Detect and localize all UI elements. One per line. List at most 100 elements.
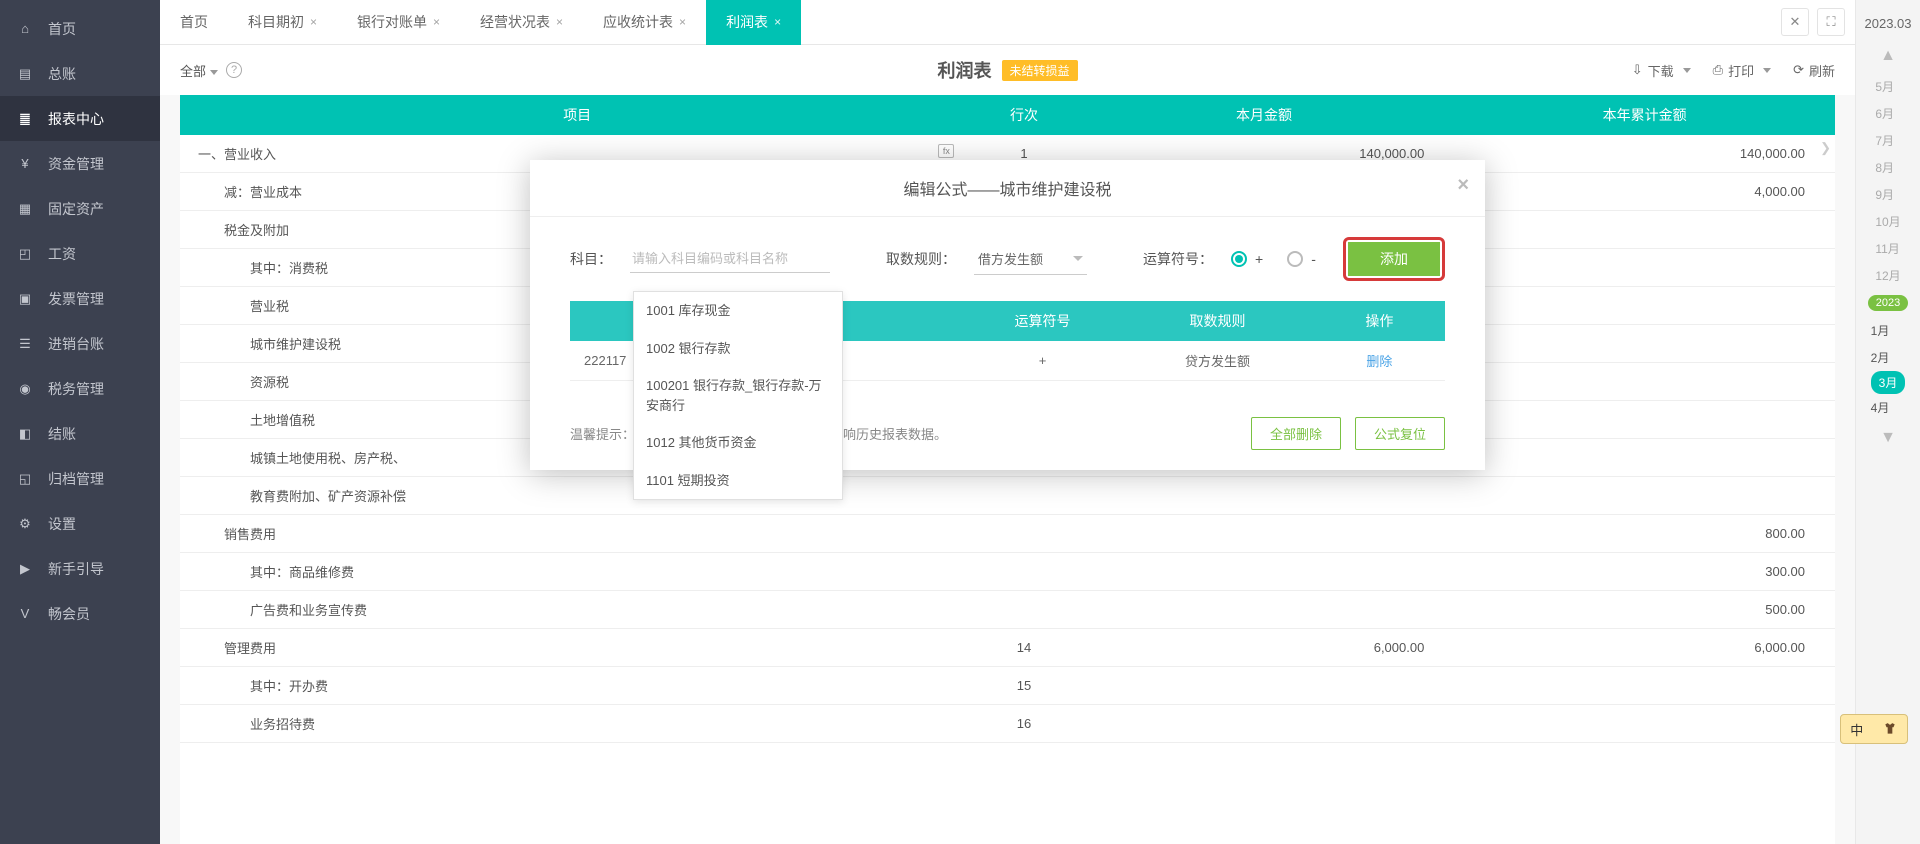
table-row[interactable]: 其中：开办费15 <box>180 667 1835 705</box>
fx-icon[interactable]: fx <box>938 144 954 158</box>
month-item[interactable]: 12月 <box>1875 262 1900 289</box>
fullscreen-button[interactable]: ⛶ <box>1817 8 1845 36</box>
cell-operator: + <box>964 341 1122 381</box>
chart-icon: ䷀ <box>16 110 34 128</box>
edit-formula-modal: 编辑公式——城市维护建设税 × 科目： 取数规则： 借方发生额 运算符号： <box>530 160 1485 470</box>
dropdown-item[interactable]: 1101 短期投资 <box>634 462 842 500</box>
sidebar-item-label: 畅会员 <box>48 604 90 624</box>
home-icon: ⌂ <box>16 20 34 38</box>
subject-input[interactable] <box>630 245 830 273</box>
sidebar-item-label: 新手引导 <box>48 559 104 579</box>
month-item[interactable]: 1月 <box>1871 317 1906 344</box>
sidebar-item-tax[interactable]: ◉税务管理 <box>0 366 160 411</box>
delete-link[interactable]: 删除 <box>1366 354 1392 369</box>
close-icon[interactable]: × <box>433 15 440 29</box>
reset-button[interactable]: 公式复位 <box>1355 417 1445 450</box>
sidebar-item-archive[interactable]: ◱归档管理 <box>0 456 160 501</box>
table-row[interactable]: 其中：商品维修费300.00 <box>180 553 1835 591</box>
sidebar-item-salary[interactable]: ◰工资 <box>0 231 160 276</box>
filter-dropdown[interactable]: 全部 <box>180 61 218 80</box>
radio-icon <box>1231 251 1247 267</box>
tab-home[interactable]: 首页 <box>160 0 228 45</box>
sidebar-item-settings[interactable]: ⚙ 设置 <box>0 501 160 546</box>
month-item[interactable]: 8月 <box>1875 154 1900 181</box>
sidebar-item-closing[interactable]: ◧ 结账 <box>0 411 160 456</box>
tab-label: 利润表 <box>726 12 768 32</box>
year-pill[interactable]: 2023 <box>1868 295 1908 311</box>
sidebar-item-invoice[interactable]: ▣发票管理 <box>0 276 160 321</box>
tab-label: 应收统计表 <box>603 12 673 32</box>
download-button[interactable]: ⇩下载 <box>1632 61 1691 80</box>
month-item[interactable]: 11月 <box>1875 235 1900 262</box>
sidebar-item-ledger[interactable]: ▤总账 <box>0 51 160 96</box>
radio-icon <box>1287 251 1303 267</box>
month-item[interactable]: 3月 <box>1871 371 1906 394</box>
table-row[interactable]: 管理费用146,000.006,000.00 <box>180 629 1835 667</box>
dropdown-item[interactable]: 100201 银行存款_银行存款-万安商行 <box>634 367 842 424</box>
radio-minus[interactable]: - <box>1287 251 1316 267</box>
sidebar-item-label: 归档管理 <box>48 469 104 489</box>
close-icon[interactable]: × <box>679 15 686 29</box>
chevron-down-icon <box>1683 68 1691 73</box>
sidebar-item-guide[interactable]: ▶ 新手引导 <box>0 546 160 591</box>
table-row[interactable]: 业务招待费16 <box>180 705 1835 743</box>
rule-select[interactable]: 借方发生额 <box>974 243 1087 275</box>
list-icon: ☰ <box>16 335 34 353</box>
month-item[interactable]: 2月 <box>1871 344 1906 371</box>
sidebar-item-label: 税务管理 <box>48 379 104 399</box>
flag-icon: ▶ <box>16 560 34 578</box>
col-operator: 运算符号 <box>964 301 1122 341</box>
refresh-button[interactable]: ⟳刷新 <box>1793 61 1835 80</box>
modal-close-button[interactable]: × <box>1457 174 1469 197</box>
add-button[interactable]: 添加 <box>1348 242 1440 276</box>
close-icon[interactable]: × <box>556 15 563 29</box>
tab-profit[interactable]: 利润表 × <box>706 0 801 45</box>
tab-receivable[interactable]: 应收统计表 × <box>583 0 706 45</box>
table-row[interactable]: 销售费用800.00 <box>180 515 1835 553</box>
close-icon[interactable]: × <box>774 15 781 29</box>
sidebar-item-funds[interactable]: ¥资金管理 <box>0 141 160 186</box>
close-icon[interactable]: × <box>310 15 317 29</box>
month-item[interactable]: 10月 <box>1875 208 1900 235</box>
col-row: 行次 <box>974 95 1073 135</box>
month-item[interactable]: 4月 <box>1871 394 1906 421</box>
help-icon[interactable]: ? <box>226 62 242 78</box>
dropdown-item[interactable]: 1001 库存现金 <box>634 292 842 330</box>
dropdown-item[interactable]: 1012 其他货币资金 <box>634 424 842 462</box>
month-item[interactable]: 9月 <box>1875 181 1900 208</box>
tab-subject-init[interactable]: 科目期初× <box>228 0 337 45</box>
sidebar-item-member[interactable]: V畅会员 <box>0 591 160 636</box>
tab-bank[interactable]: 银行对账单× <box>337 0 460 45</box>
table-row[interactable]: 广告费和业务宣传费500.00 <box>180 591 1835 629</box>
gear-icon: ⚙ <box>16 515 34 533</box>
sidebar-item-label: 设置 <box>48 514 76 534</box>
ime-indicator: 中 <box>1840 714 1908 744</box>
sidebar-item-label: 工资 <box>48 244 76 264</box>
scroll-down-icon[interactable]: ▼ <box>1880 429 1896 447</box>
radio-plus[interactable]: + <box>1231 251 1263 267</box>
sidebar-item-home[interactable]: ⌂ 首页 <box>0 6 160 51</box>
tab-status[interactable]: 经营状况表× <box>460 0 583 45</box>
col-month: 本月金额 <box>1074 95 1455 135</box>
scroll-right-icon[interactable]: ❯ <box>1820 140 1831 156</box>
modal-title: 编辑公式——城市维护建设税 <box>903 176 1111 200</box>
delete-all-button[interactable]: 全部删除 <box>1251 417 1341 450</box>
sidebar-item-assets[interactable]: ▦固定资产 <box>0 186 160 231</box>
scroll-up-icon[interactable]: ▲ <box>1880 47 1896 65</box>
subject-label: 科目： <box>570 249 612 269</box>
sidebar-item-label: 首页 <box>48 19 76 39</box>
sidebar-item-sales[interactable]: ☰进销台账 <box>0 321 160 366</box>
rule-label: 取数规则： <box>886 249 956 269</box>
close-all-button[interactable]: ✕ <box>1781 8 1809 36</box>
lock-icon: ◧ <box>16 425 34 443</box>
month-item[interactable]: 5月 <box>1875 73 1900 100</box>
toolbar: 全部 ? 利润表 未结转损益 ⇩下载 ⎙打印 ⟳刷新 <box>160 45 1855 95</box>
sidebar-item-reports[interactable]: ䷀报表中心 <box>0 96 160 141</box>
tabs-bar: 首页 科目期初× 银行对账单× 经营状况表× 应收统计表 × 利润表 × ✕ ⛶ <box>160 0 1855 45</box>
print-button[interactable]: ⎙打印 <box>1713 61 1771 80</box>
dropdown-item[interactable]: 1002 银行存款 <box>634 330 842 368</box>
month-item[interactable]: 6月 <box>1875 100 1900 127</box>
table-row[interactable]: 教育费附加、矿产资源补偿 <box>180 477 1835 515</box>
month-item[interactable]: 7月 <box>1875 127 1900 154</box>
sidebar-item-label: 结账 <box>48 424 76 444</box>
